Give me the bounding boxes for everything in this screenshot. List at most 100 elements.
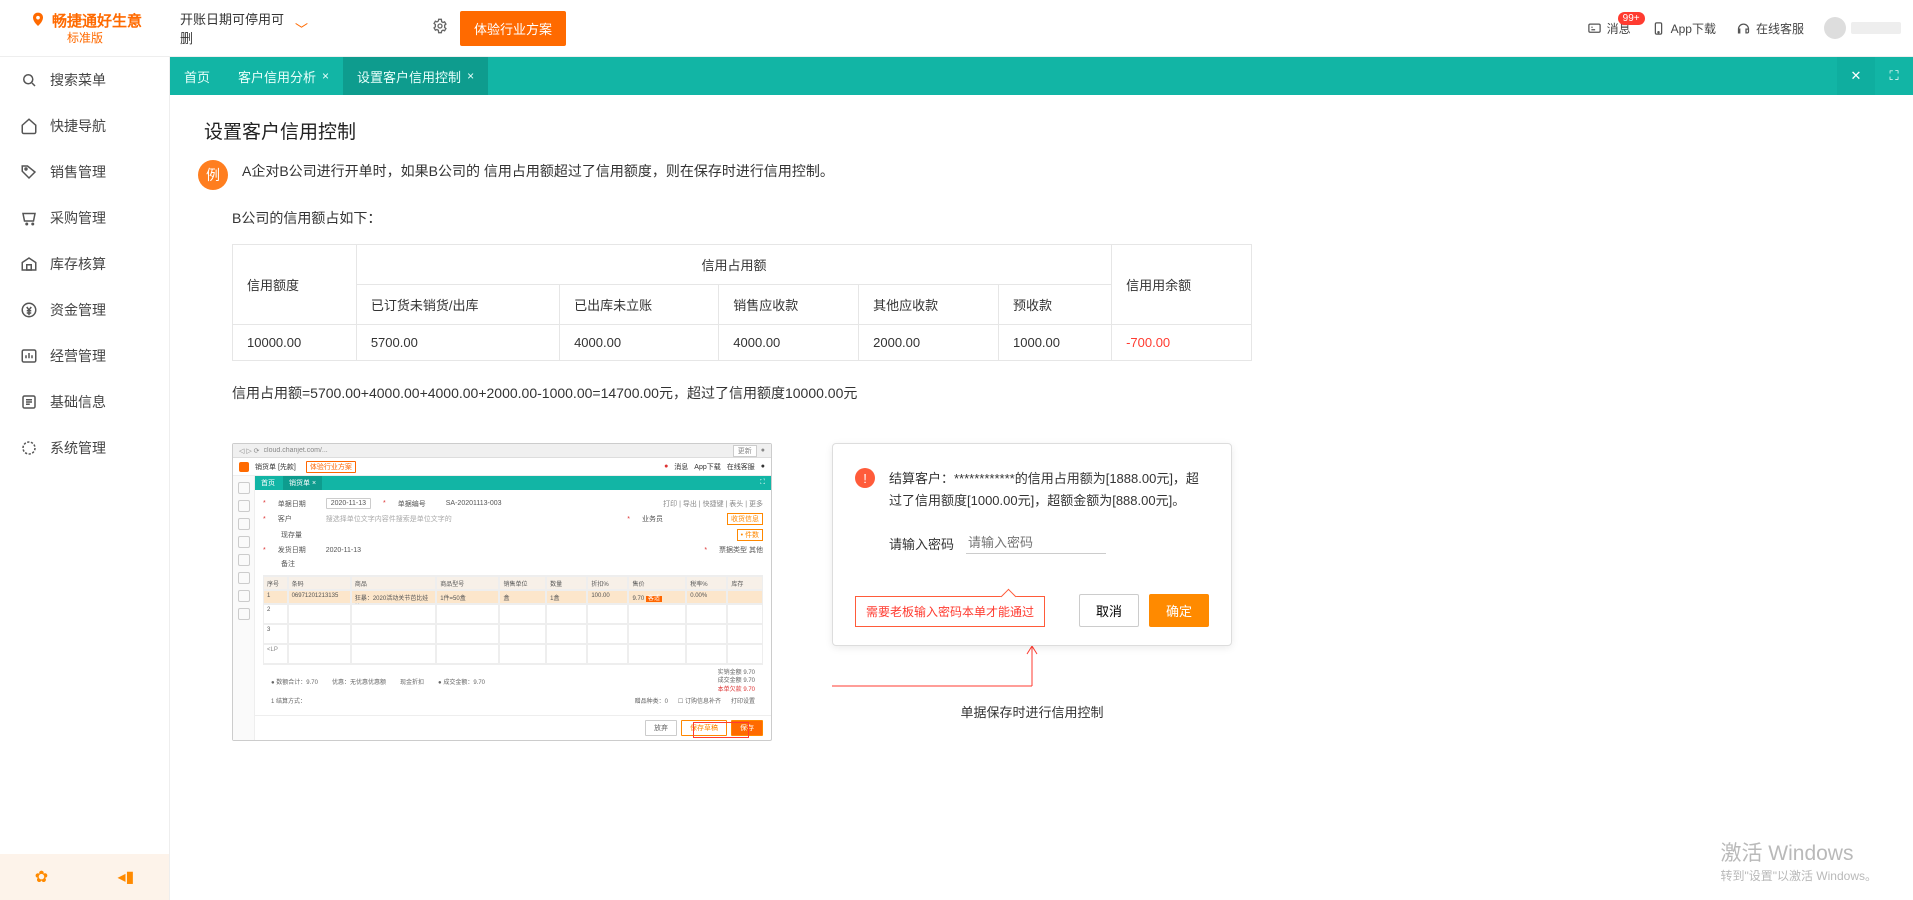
messages-link[interactable]: 消息 99+: [1587, 20, 1631, 37]
windows-watermark: 激活 Windows 转到"设置"以激活 Windows。: [1720, 837, 1877, 884]
example-subtext: B公司的信用额占如下：: [200, 202, 1883, 244]
sidebar-item-label: 销售管理: [50, 162, 106, 182]
dialog-message: 结算客户：************的信用占用额为[1888.00元]，超过了信用…: [889, 468, 1209, 512]
user-menu[interactable]: [1824, 17, 1901, 39]
brand-icon: [28, 11, 48, 31]
alert-icon: !: [855, 468, 875, 488]
example-badge-icon: 例: [198, 160, 228, 190]
brand-title: 畅捷通好生意: [52, 10, 142, 31]
password-input[interactable]: [966, 532, 1106, 554]
example-row: 例 A企对B公司进行开单时，如果B公司的 信用占用额超过了信用额度，则在保存时进…: [200, 160, 1883, 202]
chevron-down-icon: ﹀: [295, 19, 410, 38]
mock-browser-bar: ◁ ▷ ⟳ cloud.chanjet.com/... 更新 ●: [233, 444, 771, 458]
illustration-row: ◁ ▷ ⟳ cloud.chanjet.com/... 更新 ● 销货单 [先款…: [200, 423, 1883, 781]
cell-c1: 5700.00: [356, 325, 559, 361]
close-all-tabs-icon[interactable]: ✕: [1837, 57, 1875, 95]
sidebar-item-sales[interactable]: 销售管理: [0, 149, 169, 195]
fullscreen-icon[interactable]: ⛶: [1875, 57, 1913, 95]
page-title: 设置客户信用控制: [200, 113, 1883, 160]
gear-circle-icon: [20, 439, 38, 457]
arrow-connector-icon: [832, 646, 1232, 696]
th-col2: 已出库未立账: [560, 285, 719, 325]
cell-c4: 2000.00: [859, 325, 999, 361]
dialog-tip: 需要老板输入密码本单才能通过: [855, 596, 1045, 627]
ok-button[interactable]: 确定: [1149, 594, 1209, 627]
mock-app-header: 销货单 [先款] 体验行业方案 ● 消息 App下载 在线客服 ●: [233, 458, 771, 476]
top-right: 消息 99+ App下载 在线客服: [1587, 17, 1901, 39]
mock-sales-form: ◁ ▷ ⟳ cloud.chanjet.com/... 更新 ● 销货单 [先款…: [232, 443, 772, 741]
cell-c5: 1000.00: [999, 325, 1112, 361]
cell-quota: 10000.00: [233, 325, 357, 361]
sidebar-item-label: 系统管理: [50, 438, 106, 458]
th-col5: 预收款: [999, 285, 1112, 325]
list-icon: [20, 393, 38, 411]
tag-icon: [20, 163, 38, 181]
footer-settings-icon[interactable]: ✿: [35, 867, 48, 887]
footer-collapse-icon[interactable]: ◂▮: [117, 867, 134, 887]
top-header: 畅捷通好生意 标准版 开账日期可停用可删 ﹀ 体验行业方案 消息 99+ App…: [0, 0, 1913, 57]
try-industry-button[interactable]: 体验行业方案: [460, 11, 566, 46]
credit-exceed-dialog: ! 结算客户：************的信用占用额为[1888.00元]，超过了…: [832, 443, 1232, 646]
sidebar-item-business[interactable]: 经营管理: [0, 333, 169, 379]
home-icon: [20, 117, 38, 135]
th-col1: 已订货未销货/出库: [356, 285, 559, 325]
sidebar-item-system[interactable]: 系统管理: [0, 425, 169, 471]
sidebar-item-label: 搜索菜单: [50, 70, 106, 90]
dialog-wrapper: ! 结算客户：************的信用占用额为[1888.00元]，超过了…: [832, 443, 1232, 721]
cell-c3: 4000.00: [719, 325, 859, 361]
period-dropdown[interactable]: 开账日期可停用可删 ﹀: [170, 9, 420, 47]
settings-gear-icon[interactable]: [420, 18, 460, 39]
online-service-link[interactable]: 在线客服: [1736, 20, 1804, 37]
page-body: 设置客户信用控制 例 A企对B公司进行开单时，如果B公司的 信用占用额超过了信用…: [170, 95, 1913, 900]
th-credit-balance: 信用用余额: [1112, 245, 1252, 325]
sidebar-item-label: 采购管理: [50, 208, 106, 228]
sidebar: 搜索菜单 快捷导航 销售管理 采购管理 库存核算 资金管理 经营管理 基础信息: [0, 57, 170, 900]
illustration-caption: 单据保存时进行信用控制: [832, 702, 1232, 721]
search-icon: [20, 71, 38, 89]
close-icon[interactable]: ×: [322, 69, 329, 83]
table-row: 10000.00 5700.00 4000.00 4000.00 2000.00…: [233, 325, 1252, 361]
mock-form: *单据日期 2020-11-13 *单据编号 SA-20201113-003 打…: [255, 490, 771, 715]
brand-box: 畅捷通好生意 标准版: [0, 6, 170, 50]
mock-tabs: 首页 销货单 × ⛶: [255, 476, 771, 490]
cancel-button[interactable]: 取消: [1079, 594, 1139, 627]
sidebar-item-inventory[interactable]: 库存核算: [0, 241, 169, 287]
mock-totals: ● 数额合计：9.70 优惠：无优惠优惠额 现金折扣 ● 成交金额：9.70 实…: [263, 664, 763, 709]
warehouse-icon: [20, 255, 38, 273]
sidebar-item-label: 经营管理: [50, 346, 106, 366]
sidebar-item-baseinfo[interactable]: 基础信息: [0, 379, 169, 425]
close-icon[interactable]: ×: [467, 69, 474, 83]
sidebar-item-funds[interactable]: 资金管理: [0, 287, 169, 333]
th-credit-quota: 信用额度: [233, 245, 357, 325]
chart-icon: [20, 347, 38, 365]
th-col3: 销售应收款: [719, 285, 859, 325]
cell-c2: 4000.00: [560, 325, 719, 361]
main: 首页 客户信用分析× 设置客户信用控制× ✕ ⛶ 设置客户信用控制 例 A企对B…: [170, 57, 1913, 900]
sidebar-item-quicknav[interactable]: 快捷导航: [0, 103, 169, 149]
highlight-box: [693, 722, 749, 738]
sidebar-item-label: 资金管理: [50, 300, 106, 320]
avatar-name-placeholder: [1851, 22, 1901, 34]
sidebar-item-purchase[interactable]: 采购管理: [0, 195, 169, 241]
mock-logo-icon: [239, 462, 249, 472]
money-icon: [20, 301, 38, 319]
cell-balance: -700.00: [1112, 325, 1252, 361]
avatar-icon: [1824, 17, 1846, 39]
sidebar-item-label: 基础信息: [50, 392, 106, 412]
message-icon: [1587, 21, 1602, 36]
sidebar-item-search[interactable]: 搜索菜单: [0, 57, 169, 103]
tab-credit-analysis[interactable]: 客户信用分析×: [224, 57, 343, 95]
mock-sidebar: [233, 476, 255, 740]
tab-bar: 首页 客户信用分析× 设置客户信用控制× ✕ ⛶: [170, 57, 1913, 95]
app-download-link[interactable]: App下载: [1651, 20, 1716, 37]
th-credit-used: 信用占用额: [356, 245, 1111, 285]
headset-icon: [1736, 21, 1751, 36]
phone-icon: [1651, 21, 1666, 36]
sidebar-item-label: 快捷导航: [50, 116, 106, 136]
formula-text: 信用占用额=5700.00+4000.00+4000.00+2000.00-10…: [200, 373, 1883, 423]
tab-home[interactable]: 首页: [170, 57, 224, 95]
mock-grid: 序号 条码 商品 商品型号 销售单位 数量 折扣% 售价 税率%: [263, 575, 763, 664]
sidebar-footer: ✿ ◂▮: [0, 854, 169, 900]
tab-credit-settings[interactable]: 设置客户信用控制×: [343, 57, 488, 95]
credit-table: 信用额度 信用占用额 信用用余额 已订货未销货/出库 已出库未立账 销售应收款 …: [232, 244, 1252, 361]
